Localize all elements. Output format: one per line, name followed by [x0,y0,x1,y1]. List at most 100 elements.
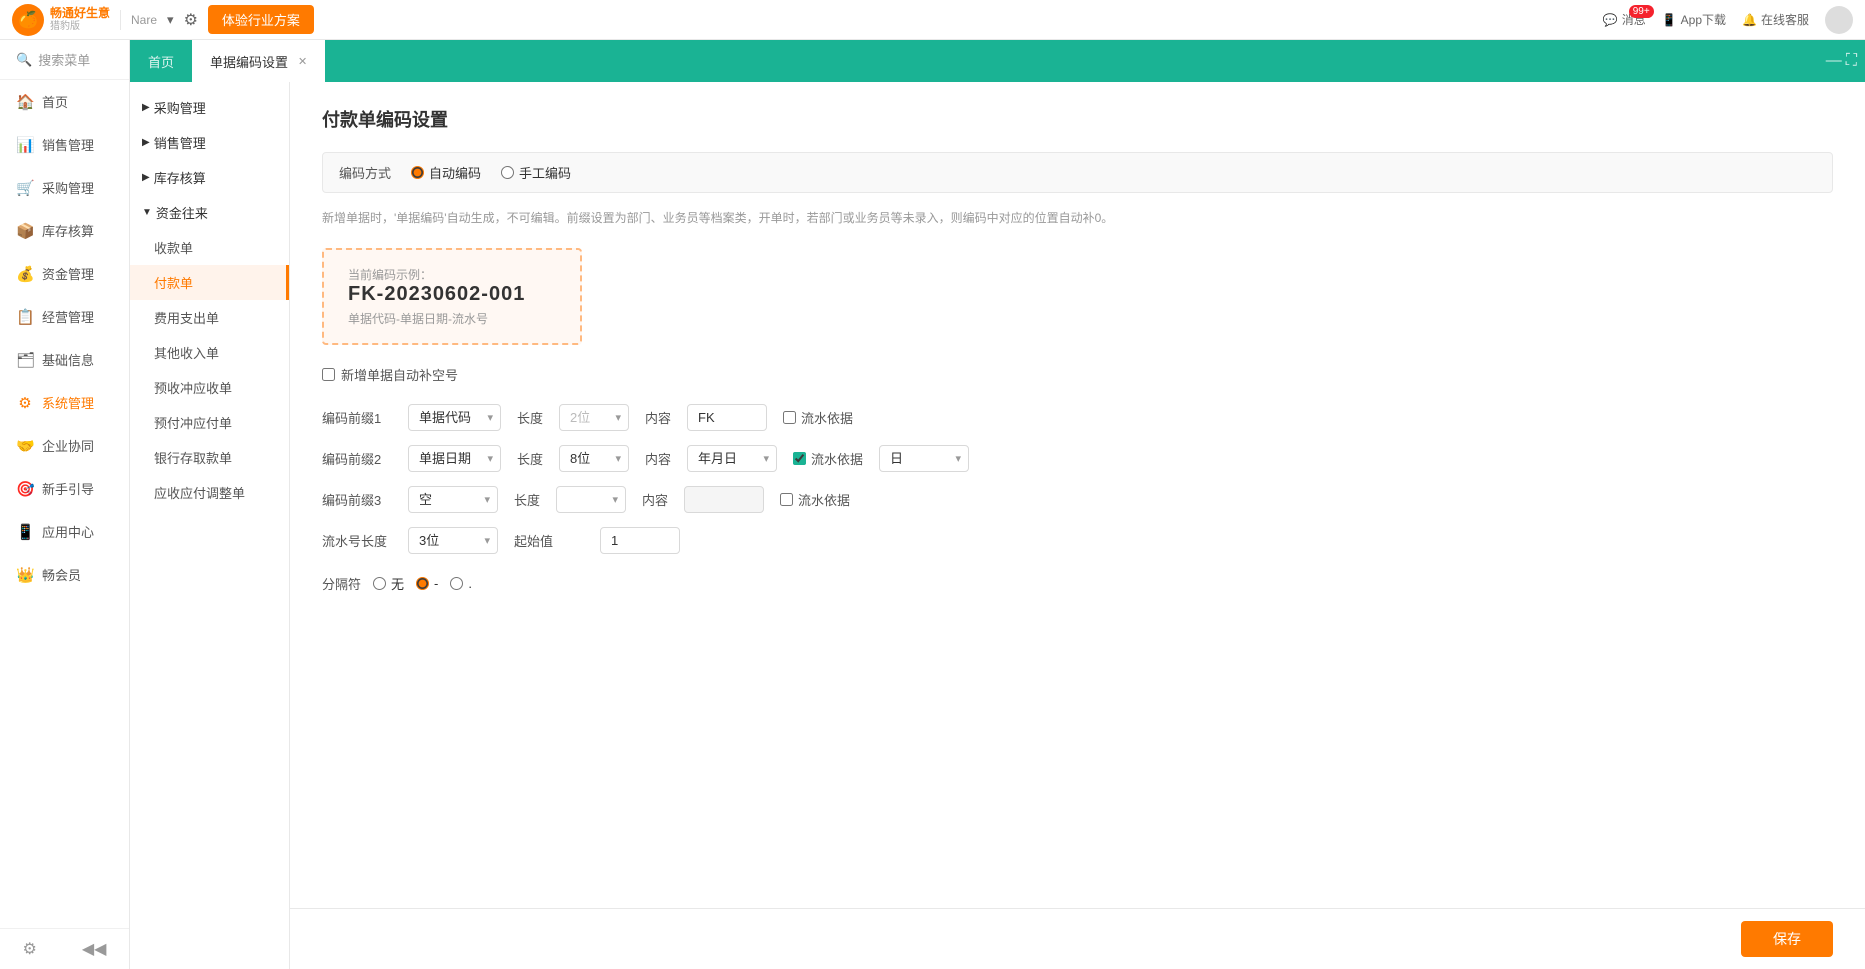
sub-group-capital: ▼ 资金往来 收款单 付款单 费用支出单 其他收入单 预收冲应收单 预付冲应付单… [130,195,289,510]
sidebar-item-home[interactable]: 🏠 首页 [0,80,129,123]
manual-encode-radio[interactable] [501,166,514,179]
chevron-right-icon: ▶ [142,102,150,113]
prefix1-flow-label: 流水依据 [801,408,853,427]
prefix2-length-label: 长度 [517,449,543,468]
search-icon: 🔍 [16,52,32,68]
auto-encode-option[interactable]: 自动编码 [411,163,481,182]
prefix1-length-wrapper: 2位 [559,404,629,431]
tab-close-icon[interactable]: ✕ [298,55,307,68]
settings-icon[interactable]: ⚙ [184,10,198,30]
sidebar-item-system[interactable]: ⚙ 系统管理 [0,381,129,424]
service-icon: 🔔 [1742,13,1757,27]
chevron-down-icon: ▼ [142,207,152,218]
prefix1-length-select[interactable]: 2位 [559,404,629,431]
sub-item-payment[interactable]: 付款单 [130,265,289,300]
sep-dot-radio[interactable] [450,577,463,590]
prefix3-length-wrapper [556,486,626,513]
prefix3-flow-checkbox-input[interactable] [780,493,793,506]
sub-item-prepay-pay[interactable]: 预付冲应付单 [130,405,289,440]
prefix3-content-input[interactable] [684,486,764,513]
sep-dot-label: . [468,576,472,591]
sub-group-purchase-title[interactable]: ▶ 采购管理 [130,90,289,125]
home-icon: 🏠 [16,93,34,111]
prefix3-flow-checkbox[interactable]: 流水依据 [780,490,850,509]
industry-btn[interactable]: 体验行业方案 [208,5,314,34]
prefix1-flow-checkbox[interactable]: 流水依据 [783,408,853,427]
page-title: 付款单编码设置 [322,106,1833,132]
guide-icon: 🎯 [16,480,34,498]
messages-btn[interactable]: 💬 消息 99+ [1603,11,1646,28]
sep-dot-option[interactable]: . [450,576,472,591]
prefix1-select[interactable]: 单据代码 [408,404,501,431]
auto-fill-label: 新增单据自动补空号 [341,365,458,384]
sub-group-inventory-title[interactable]: ▶ 库存核算 [130,160,289,195]
start-value-input[interactable] [600,527,680,554]
tab-minimize-icon[interactable]: — [1826,52,1842,70]
sidebar-item-guide[interactable]: 🎯 新手引导 [0,467,129,510]
sub-group-capital-title[interactable]: ▼ 资金往来 [130,195,289,230]
app-download-btn[interactable]: 📱 App下载 [1662,11,1726,28]
prefix3-select[interactable]: 空 [408,486,498,513]
sep-dash-radio[interactable] [416,577,429,590]
example-desc: 单据代码-单据日期-流水号 [348,310,556,327]
sub-item-adjust[interactable]: 应收应付调整单 [130,475,289,510]
online-service-btn[interactable]: 🔔 在线客服 [1742,11,1809,28]
auto-encode-radio[interactable] [411,166,424,179]
sub-group-sales-title[interactable]: ▶ 销售管理 [130,125,289,160]
auto-fill-row[interactable]: 新增单据自动补空号 [322,365,1833,384]
sub-item-prepay-receive[interactable]: 预收冲应收单 [130,370,289,405]
serial-length-label: 流水号长度 [322,531,392,550]
sep-none-option[interactable]: 无 [373,574,404,593]
prefix1-content-input[interactable] [687,404,767,431]
sub-group-inventory: ▶ 库存核算 [130,160,289,195]
prefix1-row: 编码前缀1 单据代码 长度 2位 内容 [322,404,1833,431]
user-avatar[interactable] [1825,6,1853,34]
prefix2-length-select[interactable]: 8位 [559,445,629,472]
sub-group-purchase: ▶ 采购管理 [130,90,289,125]
sidebar-bottom: ⚙ ◀◀ [0,928,129,969]
tab-expand-icon[interactable]: ⛶ [1846,52,1857,70]
sidebar-item-cooperation[interactable]: 🤝 企业协同 [0,424,129,467]
prefix2-content-select[interactable]: 年月日 [687,445,777,472]
tabbar-controls: — ⛶ [1826,52,1865,70]
save-button[interactable]: 保存 [1741,921,1833,957]
start-value-label: 起始值 [514,531,584,550]
content-area: 首页 单据编码设置 ✕ — ⛶ ▶ 采购管理 [130,40,1865,969]
sidebar-item-apps[interactable]: 📱 应用中心 [0,510,129,553]
sidebar-collapse-icon[interactable]: ◀◀ [82,939,107,959]
auto-fill-checkbox[interactable] [322,368,335,381]
prefix2-flow-checkbox-input[interactable] [793,452,806,465]
sub-item-other-income[interactable]: 其他收入单 [130,335,289,370]
sidebar-item-member[interactable]: 👑 畅会员 [0,553,129,596]
prefix2-period-select[interactable]: 日 月 年 [879,445,969,472]
sep-none-radio[interactable] [373,577,386,590]
sub-item-receipt[interactable]: 收款单 [130,230,289,265]
tab-encode-settings[interactable]: 单据编码设置 ✕ [192,40,325,82]
sidebar-settings-icon[interactable]: ⚙ [23,939,37,959]
prefix2-select[interactable]: 单据日期 [408,445,501,472]
sidebar-search[interactable]: 🔍 搜索菜单 [0,40,129,80]
sep-dash-option[interactable]: - [416,576,438,591]
serial-length-wrapper: 3位 4位 5位 [408,527,498,554]
info-text: 新增单据时，'单据编码'自动生成，不可编辑。前缀设置为部门、业务员等档案类，开单… [322,209,1833,228]
sidebar-item-operations[interactable]: 📋 经营管理 [0,295,129,338]
company-dropdown-icon[interactable]: ▾ [167,12,174,28]
sidebar-item-finance[interactable]: 💰 资金管理 [0,252,129,295]
sidebar-item-inventory[interactable]: 📦 库存核算 [0,209,129,252]
manual-encode-option[interactable]: 手工编码 [501,163,571,182]
prefix1-label: 编码前缀1 [322,408,392,427]
prefix2-label: 编码前缀2 [322,449,392,468]
serial-length-select[interactable]: 3位 4位 5位 [408,527,498,554]
sub-item-expense[interactable]: 费用支出单 [130,300,289,335]
sidebar-item-purchase[interactable]: 🛒 采购管理 [0,166,129,209]
prefix1-flow-checkbox-input[interactable] [783,411,796,424]
tab-home[interactable]: 首页 [130,40,192,82]
sub-item-bank[interactable]: 银行存取款单 [130,440,289,475]
message-badge: 99+ [1629,5,1654,18]
bottom-bar: 保存 [290,908,1865,969]
sidebar-item-basic[interactable]: 🗂 基础信息 [0,338,129,381]
sidebar-item-sales[interactable]: 📊 销售管理 [0,123,129,166]
cooperation-icon: 🤝 [16,437,34,455]
prefix2-flow-checkbox[interactable]: 流水依据 [793,449,863,468]
prefix3-length-select[interactable] [556,486,626,513]
